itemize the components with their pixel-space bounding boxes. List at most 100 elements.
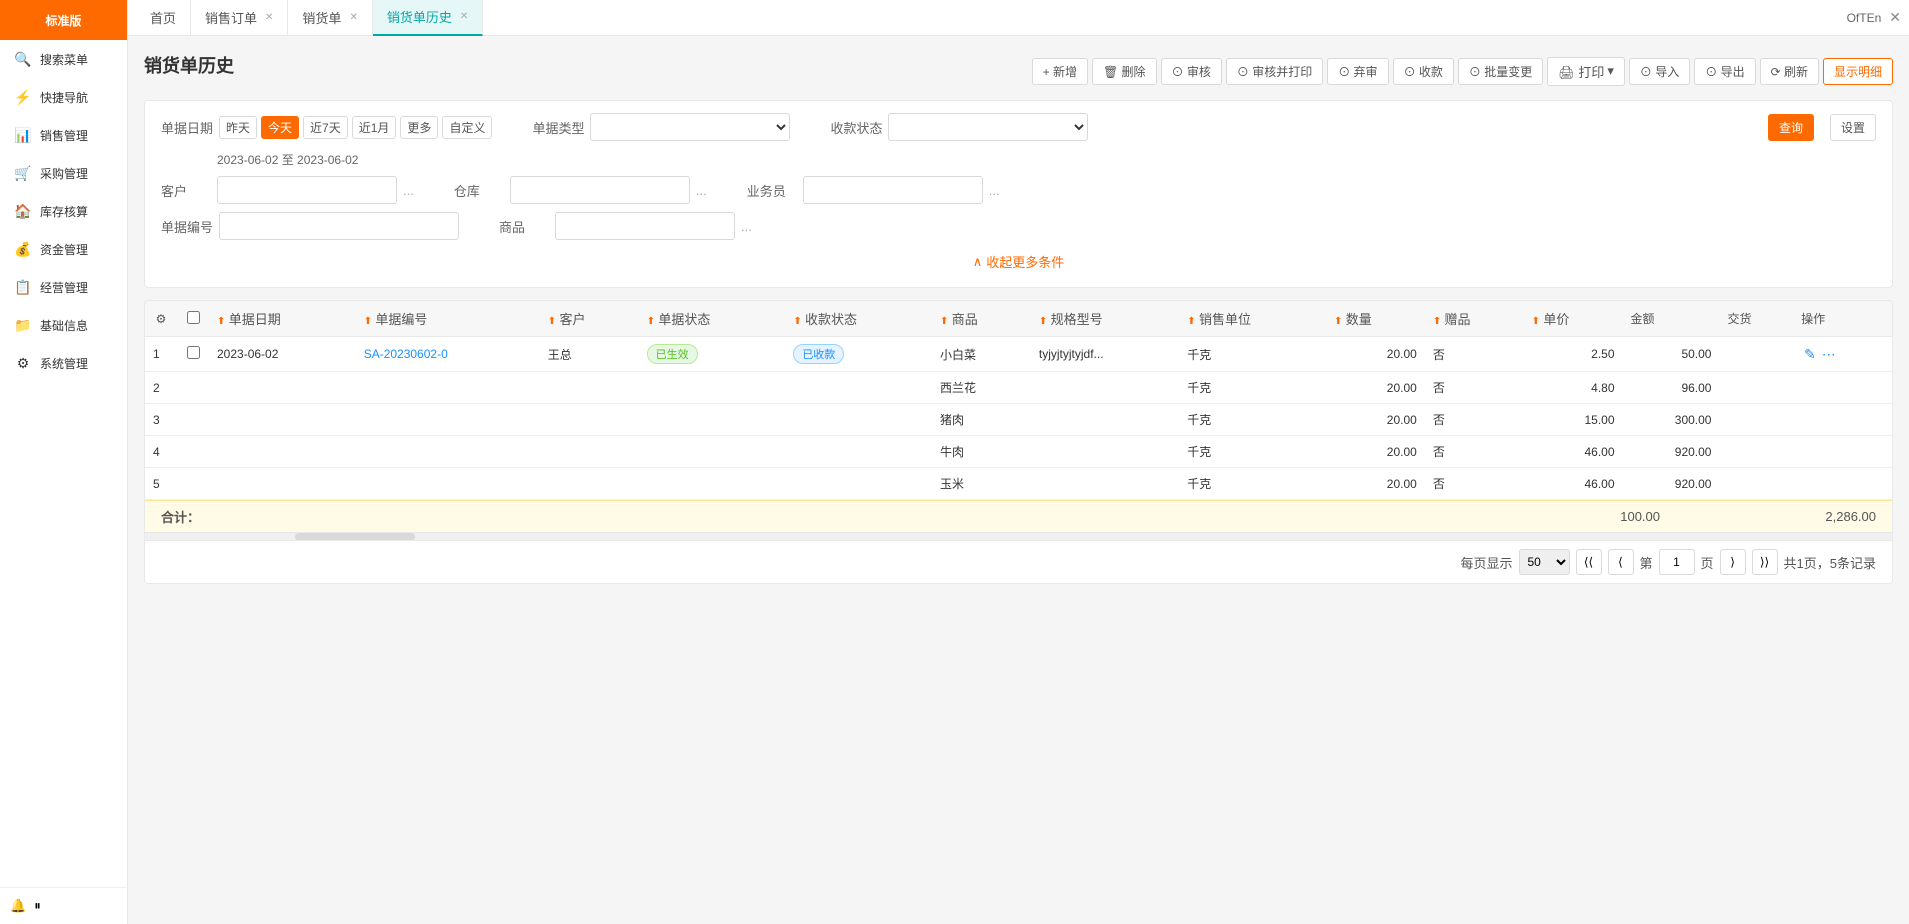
pause-icon[interactable]: ⏸ (34, 898, 41, 914)
cell-goods: 小白菜 (932, 337, 1031, 372)
sidebar-item-sales-mgmt[interactable]: 📊 销售管理 (0, 116, 127, 154)
cell-gift: 否 (1425, 337, 1524, 372)
customer-picker-btn[interactable]: ... (403, 183, 414, 198)
sidebar-item-label-purchase-mgmt: 采购管理 (40, 165, 88, 182)
tab-home[interactable]: 首页 (136, 0, 191, 36)
cell-checkbox[interactable] (177, 372, 209, 404)
tab-sales-goods[interactable]: 销货单 ✕ (288, 0, 372, 36)
tab-sales-goods-close[interactable]: ✕ (349, 12, 357, 23)
cell-amount: 920.00 (1623, 468, 1720, 500)
last-month-btn[interactable]: 近1月 (352, 116, 397, 139)
audit-print-button[interactable]: ⊙ 审核并打印 (1226, 58, 1323, 85)
print-dropdown-icon: ▾ (1607, 63, 1614, 79)
tab-sales-history-close[interactable]: ✕ (460, 11, 468, 22)
row-checkbox[interactable] (187, 346, 200, 359)
col-unit-price[interactable]: ⬆ 单价 (1524, 301, 1623, 337)
sidebar-item-search-menu[interactable]: 🔍 搜索菜单 (0, 40, 127, 78)
cell-doc-no[interactable] (356, 468, 540, 500)
sort-icon-8: ⬆ (1187, 316, 1195, 327)
cell-doc-no[interactable]: SA-20230602-0 (356, 337, 540, 372)
col-collect-status[interactable]: ⬆ 收款状态 (785, 301, 932, 337)
goods-picker-btn[interactable]: ... (741, 219, 752, 234)
more-action-btn[interactable]: ⋯ (1822, 346, 1836, 362)
cell-checkbox[interactable] (177, 404, 209, 436)
col-doc-no[interactable]: ⬆ 单据编号 (356, 301, 540, 337)
collapse-filter-btn[interactable]: ∧ 收起更多条件 (161, 248, 1876, 275)
sidebar-item-sys-mgmt[interactable]: ⚙ 系统管理 (0, 344, 127, 382)
sidebar-item-basic-info[interactable]: 📁 基础信息 (0, 306, 127, 344)
col-sales-unit[interactable]: ⬆ 销售单位 (1179, 301, 1326, 337)
doctype-select[interactable] (590, 113, 790, 141)
tab-sales-order[interactable]: 销售订单 ✕ (191, 0, 288, 36)
refresh-button[interactable]: ⟳ 刷新 (1760, 58, 1819, 85)
col-settings[interactable]: ⚙ (145, 301, 177, 337)
table-row: 3 猪肉 千克 20.00 否 15.00 300.00 (145, 404, 1892, 436)
delete-button[interactable]: 🗑 删除 (1092, 58, 1157, 85)
cell-quantity: 20.00 (1326, 337, 1425, 372)
cell-checkbox[interactable] (177, 337, 209, 372)
first-page-btn[interactable]: ⟨⟨ (1576, 549, 1602, 575)
add-button[interactable]: + 新增 (1032, 58, 1088, 85)
edit-action-btn[interactable]: ✎ (1804, 346, 1816, 362)
per-page-select[interactable]: 50 100 (1519, 549, 1570, 575)
custom-btn[interactable]: 自定义 (442, 116, 492, 139)
query-button[interactable]: 查询 (1768, 114, 1814, 141)
cell-doc-no[interactable] (356, 436, 540, 468)
filter-row-date-range: 2023-06-02 至 2023-06-02 (161, 149, 1876, 168)
collect-button[interactable]: ⊙ 收款 (1393, 58, 1454, 85)
sort-icon-7: ⬆ (1039, 316, 1047, 327)
cell-quantity: 20.00 (1326, 372, 1425, 404)
show-detail-button[interactable]: 显示明细 (1823, 58, 1893, 85)
sidebar-item-inventory-calc[interactable]: 🏠 库存核算 (0, 192, 127, 230)
batch-change-button[interactable]: ⊙ 批量变更 (1458, 58, 1543, 85)
sidebar-item-fund-mgmt[interactable]: 💰 资金管理 (0, 230, 127, 268)
col-goods[interactable]: ⬆ 商品 (932, 301, 1031, 337)
cell-doc-no[interactable] (356, 372, 540, 404)
customer-input[interactable] (217, 176, 397, 204)
settings-filter-button[interactable]: 设置 (1830, 114, 1876, 141)
warehouse-input[interactable] (510, 176, 690, 204)
cell-doc-no[interactable] (356, 404, 540, 436)
col-doc-date[interactable]: ⬆ 单据日期 (209, 301, 356, 337)
more-btn[interactable]: 更多 (400, 116, 438, 139)
col-checkbox[interactable] (177, 301, 209, 337)
window-close-btn[interactable]: ✕ (1889, 9, 1901, 26)
cell-checkbox[interactable] (177, 468, 209, 500)
abandon-button[interactable]: ⊙ 弃审 (1327, 58, 1388, 85)
cell-collect-status (785, 404, 932, 436)
cell-customer (540, 436, 639, 468)
filter-date-item: 单据日期 昨天 今天 近7天 近1月 更多 自定义 (161, 116, 492, 139)
last-page-btn[interactable]: ⟩⟩ (1752, 549, 1778, 575)
col-customer[interactable]: ⬆ 客户 (540, 301, 639, 337)
export-button[interactable]: ⊙ 导出 (1694, 58, 1755, 85)
col-doc-status[interactable]: ⬆ 单据状态 (639, 301, 786, 337)
docno-input[interactable] (219, 212, 459, 240)
goods-input[interactable] (555, 212, 735, 240)
prev-page-btn[interactable]: ⟨ (1608, 549, 1634, 575)
salesperson-picker-btn[interactable]: ... (989, 183, 1000, 198)
tab-sales-order-close[interactable]: ✕ (265, 12, 273, 23)
warehouse-picker-btn[interactable]: ... (696, 183, 707, 198)
sidebar-item-purchase-mgmt[interactable]: 🛒 采购管理 (0, 154, 127, 192)
cell-checkbox[interactable] (177, 436, 209, 468)
import-button[interactable]: ⊙ 导入 (1629, 58, 1690, 85)
yesterday-btn[interactable]: 昨天 (219, 116, 257, 139)
print-button[interactable]: 🖨 打印 ▾ (1547, 57, 1625, 86)
salesperson-input[interactable] (803, 176, 983, 204)
col-quantity[interactable]: ⬆ 数量 (1326, 301, 1425, 337)
today-btn[interactable]: 今天 (261, 116, 299, 139)
notification-icon[interactable]: 🔔 (10, 898, 26, 914)
table-row: 1 2023-06-02 SA-20230602-0 王总 已生效 已收款 小白… (145, 337, 1892, 372)
next-page-btn[interactable]: ⟩ (1720, 549, 1746, 575)
page-number-input[interactable] (1659, 549, 1695, 575)
horizontal-scrollbar[interactable] (145, 532, 1892, 540)
last7-btn[interactable]: 近7天 (303, 116, 348, 139)
collect-status-select[interactable] (888, 113, 1088, 141)
audit-button[interactable]: ⊙ 审核 (1161, 58, 1222, 85)
tab-sales-history[interactable]: 销货单历史 ✕ (373, 0, 483, 36)
select-all-checkbox[interactable] (187, 311, 200, 324)
col-spec[interactable]: ⬆ 规格型号 (1031, 301, 1179, 337)
col-gift[interactable]: ⬆ 赠品 (1425, 301, 1524, 337)
sidebar-item-biz-mgmt[interactable]: 📋 经营管理 (0, 268, 127, 306)
sidebar-item-quick-nav[interactable]: ⚡ 快捷导航 (0, 78, 127, 116)
